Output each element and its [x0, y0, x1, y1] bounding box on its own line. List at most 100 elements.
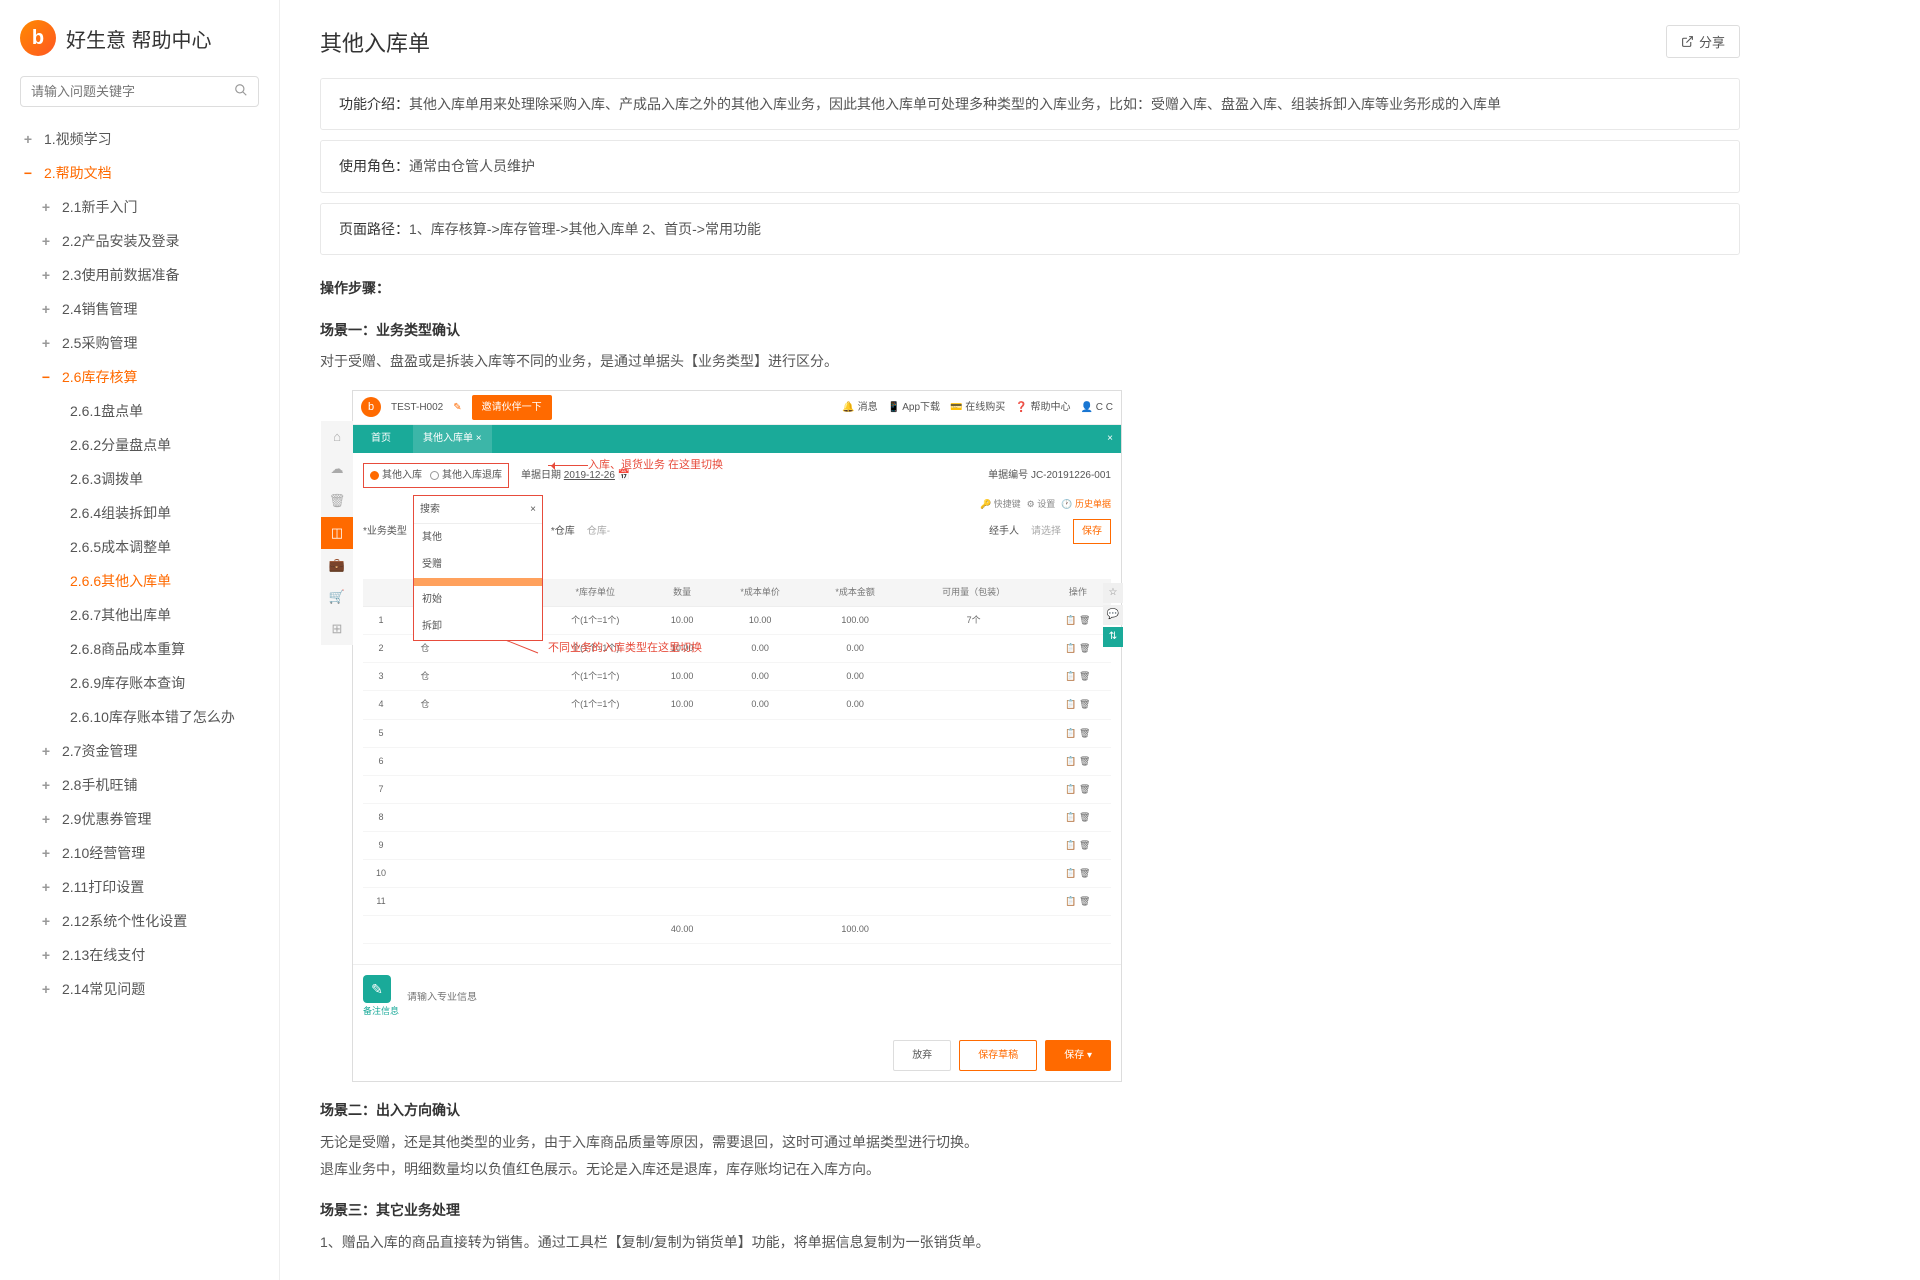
embed-float-icon[interactable]: ☆: [1103, 583, 1123, 603]
nav-item[interactable]: 2.1新手入门: [20, 190, 259, 224]
nav-item[interactable]: 2.4销售管理: [20, 292, 259, 326]
embed-note-input[interactable]: [407, 992, 1111, 1003]
embed-warehouse-label: *仓库: [551, 522, 575, 541]
nav-item[interactable]: 2.6库存核算: [20, 360, 259, 394]
nav-item[interactable]: 2.帮助文档: [20, 156, 259, 190]
app-logo: b: [20, 20, 56, 56]
nav-item[interactable]: 2.8手机旺铺: [20, 768, 259, 802]
nav-item[interactable]: 2.6.2分量盘点单: [20, 428, 259, 462]
nav-item[interactable]: 1.视频学习: [20, 122, 259, 156]
share-button[interactable]: 分享: [1666, 25, 1740, 58]
nav-item[interactable]: 2.14常见问题: [20, 972, 259, 1006]
embed-invite-button[interactable]: 邀请伙伴一下: [472, 395, 552, 420]
table-row[interactable]: 11📋 🗑: [363, 888, 1111, 916]
nav-item[interactable]: 2.6.3调拨单: [20, 462, 259, 496]
nav-item[interactable]: 2.10经营管理: [20, 836, 259, 870]
embed-draft-button[interactable]: 保存草稿: [959, 1040, 1037, 1071]
nav-label: 2.6.7其他出库单: [70, 605, 171, 625]
dropdown-item[interactable]: 拆卸: [414, 613, 542, 640]
nav-label: 2.8手机旺铺: [62, 775, 137, 795]
table-row[interactable]: 3仓个(1个=1个)10.000.000.00📋 🗑: [363, 663, 1111, 691]
embed-save-setting-button[interactable]: 保存: [1073, 519, 1111, 544]
table-row[interactable]: 9📋 🗑: [363, 831, 1111, 859]
embed-annotation-2: 不同业务的入库类型在这里切换: [548, 638, 702, 659]
nav-item[interactable]: 2.13在线支付: [20, 938, 259, 972]
embed-avatar[interactable]: 👤 C C: [1081, 398, 1113, 417]
nav-item[interactable]: 2.6.1盘点单: [20, 394, 259, 428]
scene1-title: 场景一：业务类型确认: [320, 317, 1740, 344]
nav-label: 2.6.10库存账本错了怎么办: [70, 707, 235, 727]
nav-item[interactable]: 2.6.7其他出库单: [20, 598, 259, 632]
search-icon[interactable]: [234, 83, 248, 100]
search-box[interactable]: [20, 76, 259, 107]
nav-item[interactable]: 2.6.5成本调整单: [20, 530, 259, 564]
nav-item[interactable]: 2.7资金管理: [20, 734, 259, 768]
embed-buy-link[interactable]: 💳 在线购买: [950, 398, 1005, 417]
embed-tool-quick[interactable]: 🔑 快捷键: [980, 496, 1021, 513]
embed-edit-icon[interactable]: ✎: [453, 398, 461, 417]
left-nav-icon[interactable]: ⌂: [321, 421, 353, 453]
embed-radio-in[interactable]: 其他入库: [370, 466, 422, 485]
embed-tab-close-all[interactable]: ×: [1107, 429, 1113, 448]
nav-label: 2.6.4组装拆卸单: [70, 503, 171, 523]
expand-icon: [38, 743, 54, 759]
embed-help-link[interactable]: ❓ 帮助中心: [1015, 398, 1070, 417]
nav-item[interactable]: 2.9优惠券管理: [20, 802, 259, 836]
embed-radio-return[interactable]: 其他入库退库: [430, 466, 502, 485]
nav-item[interactable]: 2.3使用前数据准备: [20, 258, 259, 292]
left-nav-icon[interactable]: ⊞: [321, 613, 353, 645]
note-icon: ✎: [363, 975, 391, 1003]
embed-app-link[interactable]: 📱 App下载: [888, 398, 940, 417]
embed-msg-link[interactable]: 🔔 消息: [842, 398, 877, 417]
embed-float-icon[interactable]: ⇅: [1103, 627, 1123, 647]
expand-icon: [38, 199, 54, 215]
nav-item[interactable]: 2.6.10库存账本错了怎么办: [20, 700, 259, 734]
nav-item[interactable]: 2.6.9库存账本查询: [20, 666, 259, 700]
embed-warehouse-field[interactable]: 仓库-: [587, 522, 610, 541]
nav-label: 2.6.2分量盘点单: [70, 435, 171, 455]
left-nav-icon[interactable]: 🗑: [321, 485, 353, 517]
embed-biztype-dropdown[interactable]: 搜索× 其他受赠初始拆卸: [413, 495, 543, 641]
nav-item[interactable]: 2.5采购管理: [20, 326, 259, 360]
dropdown-item[interactable]: 受赠: [414, 551, 542, 578]
nav-label: 2.6.1盘点单: [70, 401, 143, 421]
scene3-text: 1、赠品入库的商品直接转为销售。通过工具栏【复制/复制为销货单】功能，将单据信息…: [320, 1229, 1740, 1256]
table-row[interactable]: 8📋 🗑: [363, 803, 1111, 831]
path-label: 页面路径：: [339, 221, 409, 237]
embed-float-icon[interactable]: 💬: [1103, 605, 1123, 625]
table-row[interactable]: 4仓个(1个=1个)10.000.000.00📋 🗑: [363, 691, 1111, 719]
search-input[interactable]: [31, 84, 234, 99]
nav-item[interactable]: 2.6.4组装拆卸单: [20, 496, 259, 530]
dropdown-item[interactable]: 其他: [414, 524, 542, 551]
embed-tab-doc[interactable]: 其他入库单 ×: [413, 423, 492, 454]
left-nav-icon[interactable]: 🛒: [321, 581, 353, 613]
embed-tool-set[interactable]: ⚙ 设置: [1027, 496, 1056, 513]
table-row[interactable]: 7📋 🗑: [363, 775, 1111, 803]
expand-icon: [38, 947, 54, 963]
embed-tab-home[interactable]: 首页: [361, 423, 401, 454]
table-row[interactable]: 5📋 🗑: [363, 719, 1111, 747]
left-nav-icon[interactable]: ◫: [321, 517, 353, 549]
nav-label: 2.9优惠券管理: [62, 809, 151, 829]
nav-item[interactable]: 2.6.8商品成本重算: [20, 632, 259, 666]
table-row[interactable]: 6📋 🗑: [363, 747, 1111, 775]
dropdown-item[interactable]: 初始: [414, 586, 542, 613]
share-icon: [1681, 35, 1694, 48]
expand-icon: [38, 777, 54, 793]
embed-handler-field[interactable]: 请选择: [1031, 522, 1061, 541]
left-nav-icon[interactable]: ☁: [321, 453, 353, 485]
embed-doc-no: JC-20191226-001: [1031, 470, 1111, 481]
nav-item[interactable]: 2.11打印设置: [20, 870, 259, 904]
nav-label: 2.12系统个性化设置: [62, 911, 187, 931]
dropdown-item[interactable]: [414, 578, 542, 586]
table-row[interactable]: 10📋 🗑: [363, 859, 1111, 887]
embed-discard-button[interactable]: 放弃: [893, 1040, 951, 1071]
share-label: 分享: [1699, 32, 1725, 51]
nav-item[interactable]: 2.12系统个性化设置: [20, 904, 259, 938]
nav-item[interactable]: 2.2产品安装及登录: [20, 224, 259, 258]
nav-item[interactable]: 2.6.6其他入库单: [20, 564, 259, 598]
embed-tabbar: 首页 其他入库单 × ×: [353, 425, 1121, 453]
embed-tool-hist[interactable]: 🕐 历史单据: [1061, 496, 1111, 513]
left-nav-icon[interactable]: 💼: [321, 549, 353, 581]
embed-save-button[interactable]: 保存 ▾: [1045, 1040, 1111, 1071]
